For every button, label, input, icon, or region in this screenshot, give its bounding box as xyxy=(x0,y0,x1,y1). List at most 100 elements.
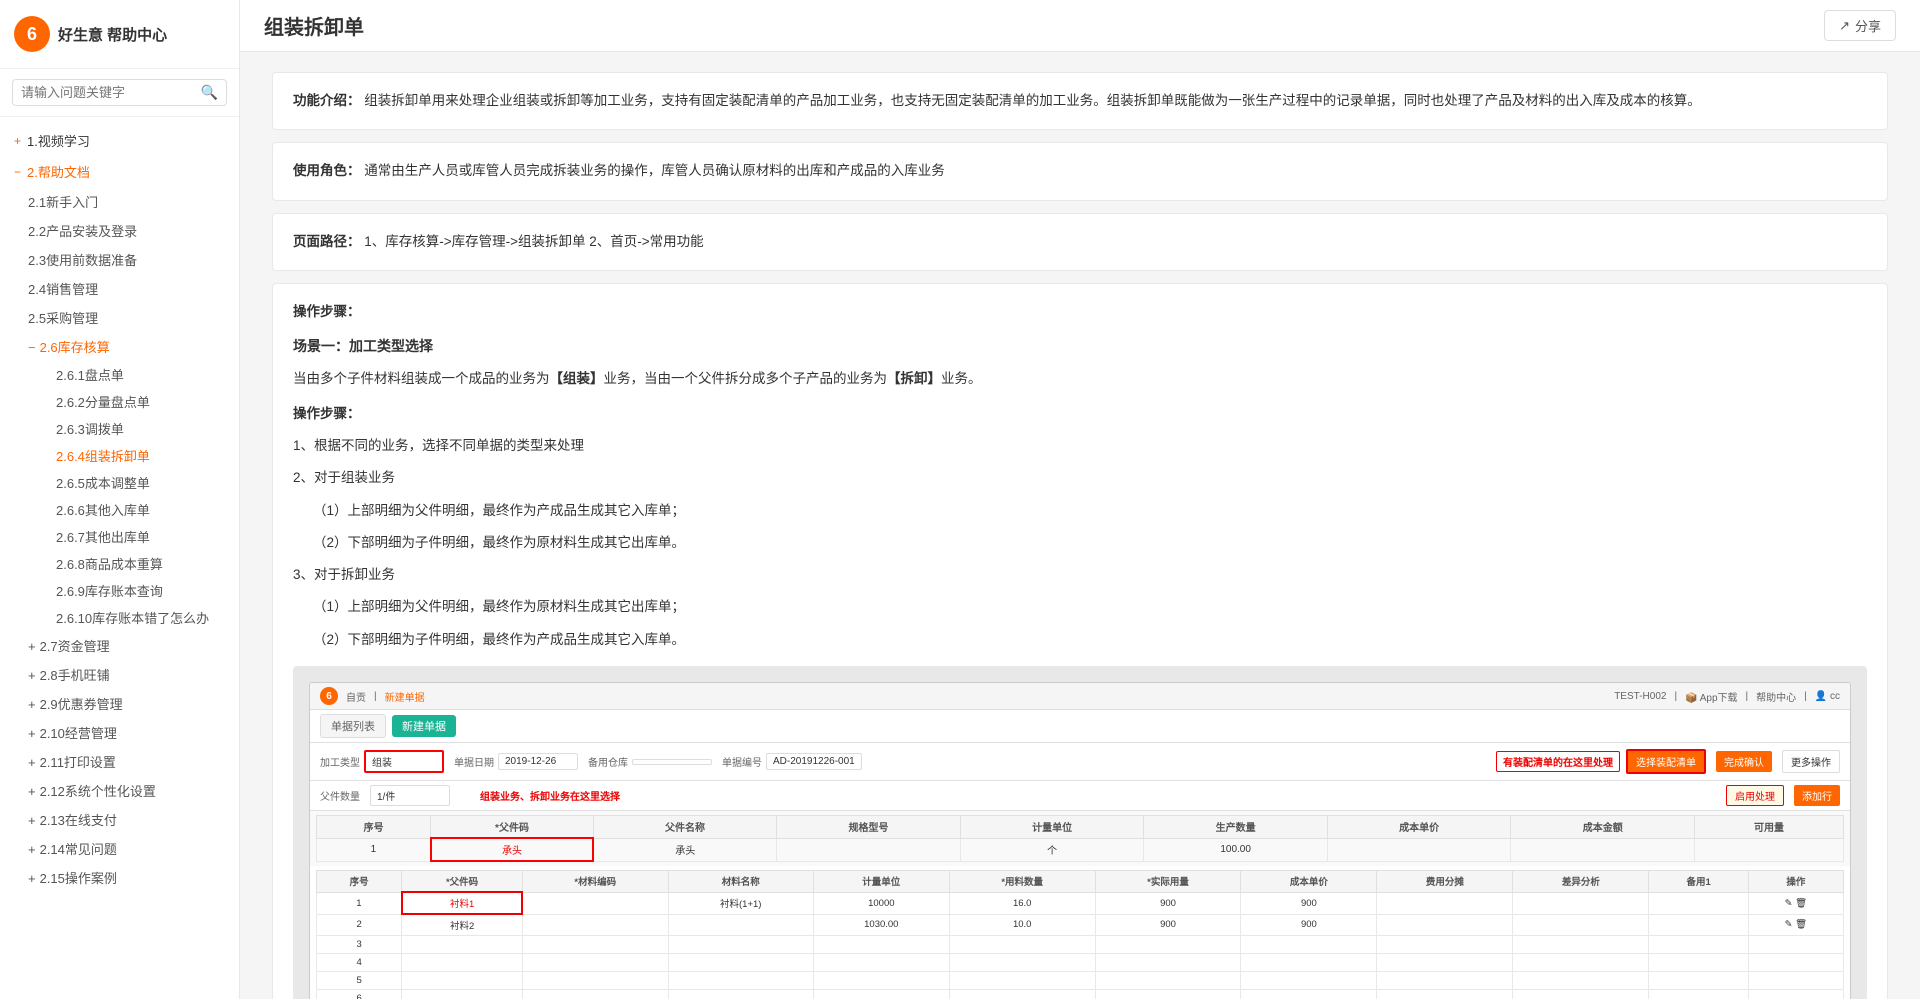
table-row: 1 承头 承头 个 100.00 xyxy=(317,838,1844,861)
table-row: 4 xyxy=(317,954,1844,972)
func-intro-text: 组装拆卸单用来处理企业组装或拆卸等加工业务，支持有固定装配清单的产品加工业务，也… xyxy=(364,93,1701,108)
expand-icon-docs: − xyxy=(14,165,21,179)
sim-top-nav: 6 自贡 | 新建单据 TEST-H002 | 📦 App下载 | 帮助中心 |… xyxy=(310,683,1850,710)
sidebar-item-stock[interactable]: −2.6库存核算 xyxy=(28,332,239,361)
form-group-date: 单据日期 2019-12-26 xyxy=(454,753,578,770)
share-icon: ↗ xyxy=(1839,18,1850,34)
sidebar-item-263[interactable]: 2.6.3调拨单 xyxy=(42,415,239,442)
sidebar-item-new[interactable]: 2.1新手入门 xyxy=(28,187,239,216)
sidebar-item-operation[interactable]: +2.10经营管理 xyxy=(28,718,239,747)
search-area: 🔍 xyxy=(0,69,239,117)
sim-form-bar: 加工类型 组装 单据日期 2019-12-26 备用仓库 单据编号 xyxy=(310,743,1850,781)
sim-btn-select-bom[interactable]: 选择装配清单 xyxy=(1626,749,1706,774)
notice-text: 有装配清单的在这里处理 xyxy=(1496,751,1620,772)
sim-tab-list[interactable]: 单据列表 xyxy=(320,714,386,738)
sidebar-item-265[interactable]: 2.6.5成本调整单 xyxy=(42,469,239,496)
op-steps-block: 操作步骤： 场景一：加工类型选择 当由多个子件材料组装成一个成品的业务为【组装】… xyxy=(272,283,1888,999)
sim-sub-notice: 组装业务、拆卸业务在这里选择 xyxy=(480,788,620,803)
sidebar-item-purchase[interactable]: 2.5采购管理 xyxy=(28,303,239,332)
op-steps-label: 操作步骤： xyxy=(293,300,1867,324)
content-area: 功能介绍： 组装拆卸单用来处理企业组装或拆卸等加工业务，支持有固定装配清单的产品… xyxy=(240,52,1920,999)
sidebar-label-video: 1.视频学习 xyxy=(27,131,90,150)
sim-btn-more[interactable]: 更多操作 xyxy=(1782,750,1840,773)
step3: 3、对于拆卸业务 xyxy=(293,563,1867,587)
sidebar-item-262[interactable]: 2.6.2分量盘点单 xyxy=(42,388,239,415)
role-block: 使用角色： 通常由生产人员或库管人员完成拆装业务的操作，库管人员确认原材料的出库… xyxy=(272,142,1888,200)
logo-area: 6 好生意 帮助中心 xyxy=(0,0,239,69)
step2-2: （2）下部明细为子件明细，最终作为原材料生成其它出库单。 xyxy=(293,531,1867,555)
sidebar-item-data[interactable]: 2.3使用前数据准备 xyxy=(28,245,239,274)
sidebar-item-case[interactable]: +2.15操作案例 xyxy=(28,863,239,892)
sidebar-item-finance[interactable]: +2.7资金管理 xyxy=(28,631,239,660)
search-icon[interactable]: 🔍 xyxy=(201,84,218,101)
sim-nav-home: 自贡 xyxy=(346,689,366,704)
logo-icon: 6 xyxy=(14,16,50,52)
sidebar: 6 好生意 帮助中心 🔍 + 1.视频学习 − 2.帮助文档 2.1新手入门 2… xyxy=(0,0,240,999)
docs-submenu: 2.1新手入门 2.2产品安装及登录 2.3使用前数据准备 2.4销售管理 2.… xyxy=(0,187,239,892)
sidebar-item-custom[interactable]: +2.12系统个性化设置 xyxy=(28,776,239,805)
screenshot-wrapper: 6 自贡 | 新建单据 TEST-H002 | 📦 App下载 | 帮助中心 |… xyxy=(293,666,1867,999)
sidebar-item-2610[interactable]: 2.6.10库存账本错了怎么办 xyxy=(42,604,239,631)
sim-nav-new: 新建单据 xyxy=(385,689,425,704)
form-group-warehouse: 备用仓库 xyxy=(588,754,712,769)
step3-2: （2）下部明细为子件明细，最终作为产成品生成其它入库单。 xyxy=(293,628,1867,652)
sim-btn-confirm[interactable]: 完成确认 xyxy=(1716,751,1772,772)
path-block: 页面路径： 1、库存核算->库存管理->组装拆卸单 2、首页->常用功能 xyxy=(272,213,1888,271)
func-intro-label: 功能介绍： xyxy=(293,93,361,108)
sim-tab-bar: 单据列表 新建单据 xyxy=(310,710,1850,743)
sim-sub-notice2: 启用处理 xyxy=(1726,785,1784,806)
notice-area: 有装配清单的在这里处理 选择装配清单 xyxy=(1496,749,1706,774)
sim-sub-table: 序号 *父件码 *材料编码 材料名称 计量单位 *用料数量 *实际用量 成本单价… xyxy=(316,870,1844,999)
sidebar-item-267[interactable]: 2.6.7其他出库单 xyxy=(42,523,239,550)
path-label: 页面路径： xyxy=(293,234,361,249)
op-steps-sub-label: 操作步骤： xyxy=(293,402,1867,426)
sim-breadcrumb: TEST-H002 xyxy=(1614,691,1666,702)
form-group-code: 单据编号 AD-20191226-001 xyxy=(722,753,862,770)
sidebar-item-264[interactable]: 2.6.4组装拆卸单 xyxy=(42,442,239,469)
sidebar-item-269[interactable]: 2.6.9库存账本查询 xyxy=(42,577,239,604)
sidebar-item-install[interactable]: 2.2产品安装及登录 xyxy=(28,216,239,245)
sidebar-item-video[interactable]: + 1.视频学习 xyxy=(0,125,239,156)
sim-tab-new[interactable]: 新建单据 xyxy=(392,715,456,737)
sidebar-item-faq[interactable]: +2.14常见问题 xyxy=(28,834,239,863)
expand-icon-video: + xyxy=(14,134,21,148)
sidebar-item-docs[interactable]: − 2.帮助文档 xyxy=(0,156,239,187)
top-bar: 组装拆卸单 ↗ 分享 xyxy=(240,0,1920,52)
form-group-type: 加工类型 组装 xyxy=(320,750,444,773)
search-input[interactable] xyxy=(21,85,201,100)
role-text: 通常由生产人员或库管人员完成拆装业务的操作，库管人员确认原材料的出库和产成品的入… xyxy=(364,163,945,178)
sidebar-item-261[interactable]: 2.6.1盘点单 xyxy=(42,361,239,388)
func-intro-block: 功能介绍： 组装拆卸单用来处理企业组装或拆卸等加工业务，支持有固定装配清单的产品… xyxy=(272,72,1888,130)
sim-sub-form: 父件数量 1/件 组装业务、拆卸业务在这里选择 启用处理 添加行 xyxy=(310,781,1850,811)
scenario1-label: 场景一：加工类型选择 xyxy=(293,334,1867,359)
page-title: 组装拆卸单 xyxy=(264,11,364,40)
sim-main-table-wrap: 序号 *父件码 父件名称 规格型号 计量单位 生产数量 成本单价 成本金额 可用… xyxy=(310,811,1850,866)
sim-sub-table-wrap: 序号 *父件码 *材料编码 材料名称 计量单位 *用料数量 *实际用量 成本单价… xyxy=(310,866,1850,999)
step2: 2、对于组装业务 xyxy=(293,466,1867,490)
sidebar-item-266[interactable]: 2.6.6其他入库单 xyxy=(42,496,239,523)
sim-btn-add-row[interactable]: 添加行 xyxy=(1794,785,1840,806)
sidebar-item-mobile[interactable]: +2.8手机旺铺 xyxy=(28,660,239,689)
sidebar-item-sales[interactable]: 2.4销售管理 xyxy=(28,274,239,303)
stock-submenu: 2.6.1盘点单 2.6.2分量盘点单 2.6.3调拨单 2.6.4组装拆卸单 … xyxy=(28,361,239,631)
share-label: 分享 xyxy=(1855,16,1881,35)
table-row: 1 衬料1 衬料(1+1) 10000 16.0 900 900 xyxy=(317,892,1844,914)
scenario1-desc: 当由多个子件材料组装成一个成品的业务为【组装】业务，当由一个父件拆分成多个子产品… xyxy=(293,367,1867,391)
sidebar-item-pay[interactable]: +2.13在线支付 xyxy=(28,805,239,834)
share-button[interactable]: ↗ 分享 xyxy=(1824,10,1896,41)
sidebar-item-coupon[interactable]: +2.9优惠券管理 xyxy=(28,689,239,718)
step2-1: （1）上部明细为父件明细，最终作为产成品生成其它入库单； xyxy=(293,499,1867,523)
sim-help: 帮助中心 xyxy=(1756,689,1796,704)
nav-tree: + 1.视频学习 − 2.帮助文档 2.1新手入门 2.2产品安装及登录 2.3… xyxy=(0,117,239,900)
main-content: 组装拆卸单 ↗ 分享 功能介绍： 组装拆卸单用来处理企业组装或拆卸等加工业务，支… xyxy=(240,0,1920,999)
path-text: 1、库存核算->库存管理->组装拆卸单 2、首页->常用功能 xyxy=(364,234,703,249)
app-title: 好生意 帮助中心 xyxy=(58,24,167,45)
sim-user: 👤 cc xyxy=(1815,691,1840,702)
sidebar-item-268[interactable]: 2.6.8商品成本重算 xyxy=(42,550,239,577)
search-box[interactable]: 🔍 xyxy=(12,79,227,106)
role-label: 使用角色： xyxy=(293,163,361,178)
sidebar-item-print[interactable]: +2.11打印设置 xyxy=(28,747,239,776)
table-row: 2 衬料2 1030.00 10.0 900 900 xyxy=(317,914,1844,936)
sim-main-table: 序号 *父件码 父件名称 规格型号 计量单位 生产数量 成本单价 成本金额 可用… xyxy=(316,815,1844,862)
step1: 1、根据不同的业务，选择不同单据的类型来处理 xyxy=(293,434,1867,458)
